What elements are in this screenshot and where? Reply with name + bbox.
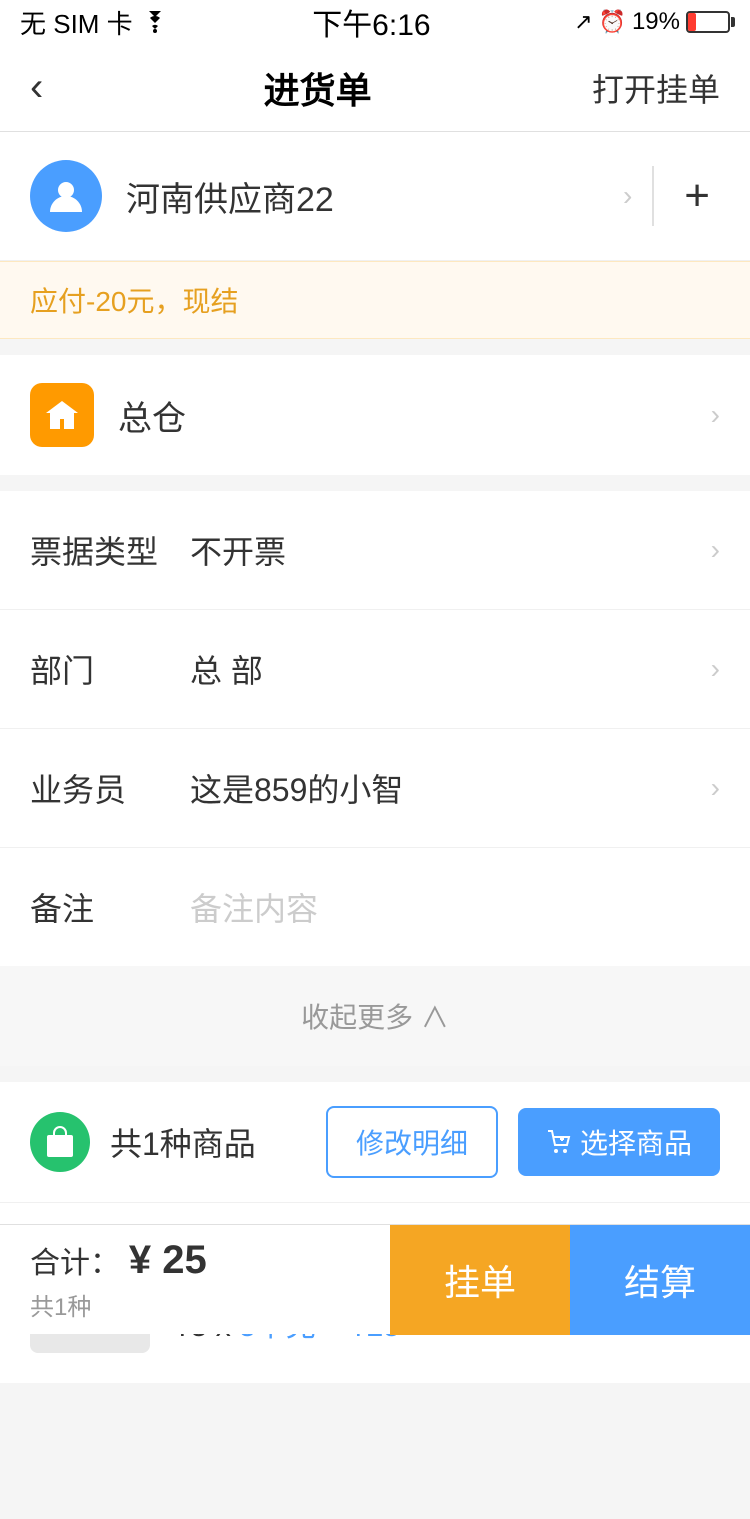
total-section: 合计： ¥ 25 共1种 [0,1238,390,1322]
products-count: 共1种商品 [110,1119,306,1165]
home-icon [44,397,80,433]
hold-button[interactable]: 挂单 [390,1225,570,1335]
salesperson-row[interactable]: 业务员 这是859的小智 › [0,729,750,848]
warehouse-chevron-icon: › [711,399,720,431]
battery-icon [686,11,730,33]
supplier-row[interactable]: 河南供应商22 › + [0,132,750,261]
page-title: 进货单 [264,62,372,114]
department-value: 总 部 [170,646,711,692]
invoice-type-value: 不开票 [170,527,711,573]
divider [652,166,654,226]
remark-label: 备注 [30,884,170,930]
wifi-icon [141,11,169,33]
department-label: 部门 [30,646,170,692]
warehouse-icon [30,383,94,447]
remark-value[interactable]: 备注内容 [170,884,720,930]
supplier-avatar [30,160,102,232]
nav-bar: ‹ 进货单 打开挂单 [0,44,750,132]
department-row[interactable]: 部门 总 部 › [0,610,750,729]
bottom-bar: 合计： ¥ 25 共1种 挂单 结算 [0,1224,750,1334]
invoice-type-chevron: › [711,534,720,566]
products-icon [30,1112,90,1172]
remark-row[interactable]: 备注 备注内容 [0,848,750,966]
form-section: 票据类型 不开票 › 部门 总 部 › 业务员 这是859的小智 › 备注 备注… [0,491,750,966]
battery-percent: 19% [632,8,680,36]
salesperson-value: 这是859的小智 [170,765,711,811]
salesperson-chevron: › [711,772,720,804]
collapse-button[interactable]: 收起更多 ∧ [0,966,750,1066]
total-sub: 共1种 [30,1287,360,1322]
select-product-button[interactable]: 选择商品 [518,1108,720,1176]
open-hold-button[interactable]: 打开挂单 [592,65,720,111]
edit-detail-button[interactable]: 修改明细 [326,1106,498,1178]
total-amount: ¥ 25 [129,1238,207,1282]
warning-banner: 应付-20元，现结 [0,261,750,339]
invoice-type-label: 票据类型 [30,527,170,573]
department-chevron: › [711,653,720,685]
warehouse-section: 总仓 › [0,355,750,475]
shopping-bag-icon [43,1125,77,1159]
person-icon [46,176,86,216]
alarm-icon: ⏰ [599,9,626,35]
status-time: 下午6:16 [312,0,430,44]
supplier-name: 河南供应商22 [126,172,623,221]
checkout-button[interactable]: 结算 [570,1225,750,1335]
invoice-type-row[interactable]: 票据类型 不开票 › [0,491,750,610]
products-header: 共1种商品 修改明细 选择商品 [0,1082,750,1203]
status-bar: 无 SIM 卡 下午6:16 ↗ ⏰ 19% [0,0,750,44]
supplier-chevron-icon: › [623,180,632,212]
total-label: 合计： [30,1247,120,1280]
location-icon: ↗ [574,9,592,35]
status-right: ↗ ⏰ 19% [574,8,730,36]
cart-icon [546,1129,572,1155]
add-button[interactable]: + [674,171,720,221]
salesperson-label: 业务员 [30,765,170,811]
warehouse-row[interactable]: 总仓 › [0,355,750,475]
supplier-section: 河南供应商22 › + 应付-20元，现结 [0,132,750,339]
status-carrier: 无 SIM 卡 [20,4,169,41]
back-button[interactable]: ‹ [30,65,43,110]
warehouse-name: 总仓 [118,391,711,440]
